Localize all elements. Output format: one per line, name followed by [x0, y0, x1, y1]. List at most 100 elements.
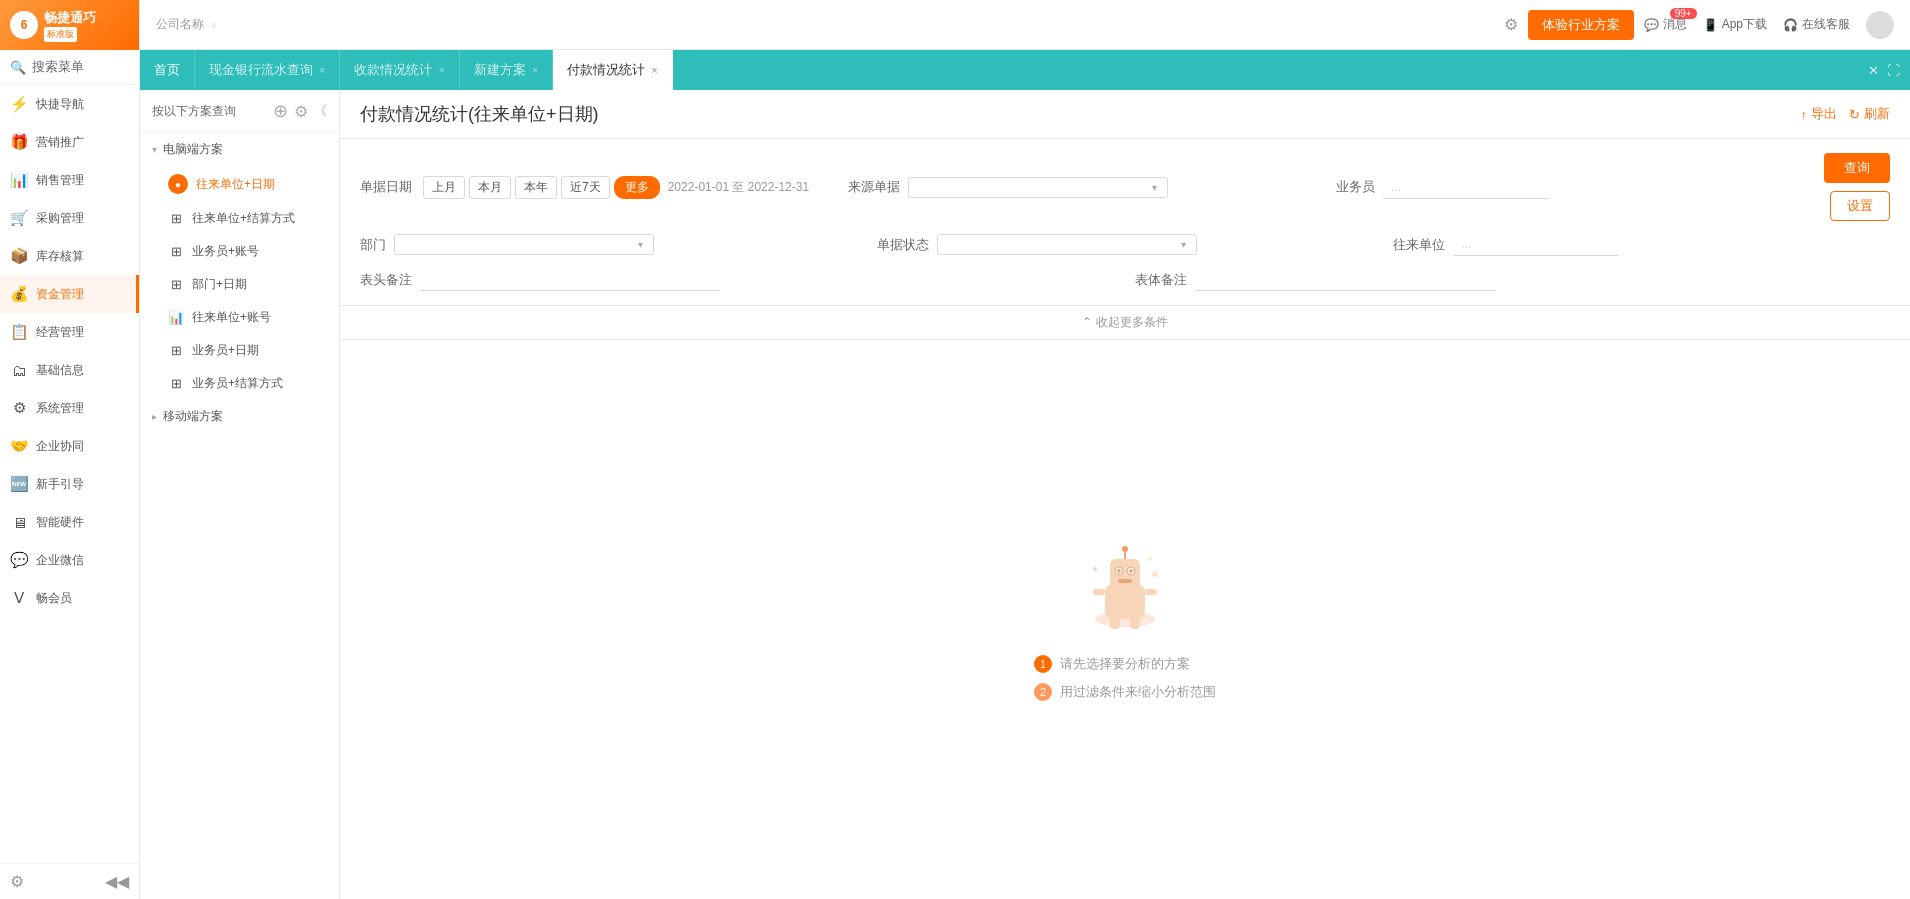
- add-scheme-icon[interactable]: ⊕: [273, 100, 288, 122]
- date-this-year-btn[interactable]: 本年: [515, 176, 557, 199]
- setting-button[interactable]: 设置: [1830, 191, 1890, 221]
- filter-area: 单据日期 上月 本月 本年 近7天 更多 2022-01-01 至 2022-1…: [340, 139, 1910, 306]
- date-recent7-btn[interactable]: 近7天: [561, 176, 610, 199]
- voucher-status-select[interactable]: ▾: [937, 234, 1197, 255]
- tab-receipt[interactable]: 收款情况统计 ×: [340, 50, 459, 90]
- user-avatar[interactable]: [1866, 11, 1894, 39]
- marketing-label: 营销推广: [36, 134, 84, 151]
- scheme-item-unit-settle[interactable]: ⊞ 往来单位+结算方式: [140, 202, 339, 235]
- export-icon: ↑: [1801, 107, 1808, 122]
- right-content: 付款情况统计(往来单位+日期) ↑ 导出 ↻ 刷新: [340, 90, 1910, 899]
- svg-point-14: [1093, 567, 1097, 571]
- message-icon: 💬: [1644, 18, 1659, 32]
- messages-item[interactable]: 💬 消息 99+: [1644, 16, 1687, 33]
- search-menu-item[interactable]: 🔍 搜索菜单: [0, 50, 139, 85]
- export-button[interactable]: ↑ 导出: [1801, 105, 1838, 123]
- scheme-chart-icon-1: 📊: [168, 310, 184, 326]
- system-icon: ⚙: [10, 399, 28, 417]
- sidebar-item-weixin[interactable]: 💬 企业微信: [0, 541, 139, 579]
- app-download-item[interactable]: 📱 App下载: [1703, 16, 1767, 33]
- online-service-item[interactable]: 🎧 在线客服: [1783, 16, 1850, 33]
- svg-point-6: [1129, 569, 1133, 573]
- source-select[interactable]: ▾: [908, 177, 1168, 198]
- sidebar-item-enterprise[interactable]: 🤝 企业协同: [0, 427, 139, 465]
- footer-collapse-icon[interactable]: ◀◀: [105, 872, 129, 891]
- tab-payment-close[interactable]: ×: [651, 64, 657, 76]
- staff-filter-group: 业务员: [1336, 176, 1804, 199]
- scheme-panel-title: 按以下方案查询: [152, 103, 236, 120]
- scheme-item-unit-account-label: 往来单位+账号: [192, 309, 271, 326]
- voucher-status-label: 单据状态: [877, 236, 929, 254]
- tab-new-scheme-close[interactable]: ×: [532, 64, 538, 76]
- sidebar-item-marketing[interactable]: 🎁 营销推广: [0, 123, 139, 161]
- svg-point-5: [1117, 569, 1121, 573]
- dept-select[interactable]: ▾: [394, 234, 654, 255]
- staff-input[interactable]: [1383, 176, 1549, 199]
- tab-expand-icon[interactable]: ⛶: [1887, 63, 1900, 78]
- tip-num-2: 2: [1034, 683, 1052, 701]
- scheme-item-unit-date[interactable]: ● 往来单位+日期: [140, 166, 339, 202]
- sales-label: 销售管理: [36, 172, 84, 189]
- sidebar-item-operation[interactable]: 📋 经营管理: [0, 313, 139, 351]
- scheme-settings-icon[interactable]: ⚙: [294, 102, 308, 121]
- sidebar-item-hardware[interactable]: 🖥 智能硬件: [0, 503, 139, 541]
- empty-tip-1: 1 请先选择要分析的方案: [1034, 655, 1216, 673]
- sidebar-item-basic[interactable]: 🗂 基础信息: [0, 351, 139, 389]
- scheme-item-unit-account[interactable]: 📊 往来单位+账号: [140, 301, 339, 334]
- topbar-settings-icon[interactable]: ⚙: [1504, 15, 1518, 34]
- scheme-item-staff-date-label: 业务员+日期: [192, 342, 259, 359]
- tip-text-1: 请先选择要分析的方案: [1060, 655, 1190, 673]
- date-filter-group: 单据日期 上月 本月 本年 近7天 更多 2022-01-01 至 2022-1…: [360, 176, 828, 199]
- sidebar-item-quick-nav[interactable]: ⚡ 快捷导航: [0, 85, 139, 123]
- tab-cashflow[interactable]: 现金银行流水查询 ×: [195, 50, 340, 90]
- scheme-table-icon-1: ⊞: [168, 211, 184, 227]
- scheme-item-dept-date[interactable]: ⊞ 部门+日期: [140, 268, 339, 301]
- tab-close-all-icon[interactable]: ✕: [1868, 63, 1879, 78]
- svg-rect-13: [1130, 617, 1140, 629]
- source-filter-label: 来源单据: [848, 178, 900, 196]
- footer-settings-icon[interactable]: ⚙: [10, 872, 24, 891]
- sidebar-item-sales[interactable]: 📊 销售管理: [0, 161, 139, 199]
- related-unit-input[interactable]: [1453, 233, 1619, 256]
- scheme-item-dept-date-label: 部门+日期: [192, 276, 247, 293]
- sidebar-item-guide[interactable]: 🆕 新手引导: [0, 465, 139, 503]
- scheme-panel: 按以下方案查询 ⊕ ⚙ 《 ▾ 电脑端方案 ● 往来单位+日期 ⊞: [140, 90, 340, 899]
- empty-state-area: 1 请先选择要分析的方案 2 用过滤条件来缩小分析范围: [340, 340, 1910, 899]
- scheme-item-unit-date-label: 往来单位+日期: [196, 176, 275, 193]
- mobile-group-header[interactable]: ▸ 移动端方案: [140, 400, 339, 433]
- sidebar-item-member[interactable]: Ⅴ 畅会员: [0, 579, 139, 617]
- body-note-input[interactable]: [1195, 268, 1495, 291]
- svg-rect-1: [1105, 584, 1145, 619]
- scheme-item-staff-account[interactable]: ⊞ 业务员+账号: [140, 235, 339, 268]
- tab-payment[interactable]: 付款情况统计 ×: [553, 50, 672, 90]
- trial-button[interactable]: 体验行业方案: [1528, 10, 1634, 40]
- company-name: 公司名称: [156, 16, 204, 33]
- search-menu-label: 搜索菜单: [32, 58, 84, 76]
- collapse-bar[interactable]: ⌃ 收起更多条件: [340, 306, 1910, 340]
- tab-cashflow-close[interactable]: ×: [319, 64, 325, 76]
- scheme-collapse-icon[interactable]: 《: [314, 102, 327, 120]
- header-note-input[interactable]: [420, 268, 720, 291]
- desktop-group-header[interactable]: ▾ 电脑端方案: [140, 133, 339, 166]
- quick-nav-label: 快捷导航: [36, 96, 84, 113]
- sidebar-item-fund[interactable]: 💰 资金管理: [0, 275, 139, 313]
- sidebar-item-inventory[interactable]: 📦 库存核算: [0, 237, 139, 275]
- body-note-label: 表体备注: [1135, 271, 1187, 289]
- refresh-button[interactable]: ↻ 刷新: [1849, 105, 1890, 123]
- weixin-icon: 💬: [10, 551, 28, 569]
- sidebar-item-purchase[interactable]: 🛒 采购管理: [0, 199, 139, 237]
- tab-new-scheme[interactable]: 新建方案 ×: [460, 50, 553, 90]
- tab-new-scheme-label: 新建方案: [474, 61, 526, 79]
- date-prev-month-btn[interactable]: 上月: [423, 176, 465, 199]
- date-this-month-btn[interactable]: 本月: [469, 176, 511, 199]
- sidebar-item-system[interactable]: ⚙ 系统管理: [0, 389, 139, 427]
- scheme-item-staff-settle[interactable]: ⊞ 业务员+结算方式: [140, 367, 339, 400]
- weixin-label: 企业微信: [36, 552, 84, 569]
- date-more-btn[interactable]: 更多: [614, 176, 660, 199]
- tab-receipt-close[interactable]: ×: [438, 64, 444, 76]
- query-button[interactable]: 查询: [1824, 153, 1890, 183]
- date-buttons: 上月 本月 本年 近7天 更多 2022-01-01 至 2022-12-31: [423, 176, 813, 199]
- tab-home[interactable]: 首页: [140, 50, 195, 90]
- scheme-item-staff-date[interactable]: ⊞ 业务员+日期: [140, 334, 339, 367]
- tab-cashflow-label: 现金银行流水查询: [209, 61, 313, 79]
